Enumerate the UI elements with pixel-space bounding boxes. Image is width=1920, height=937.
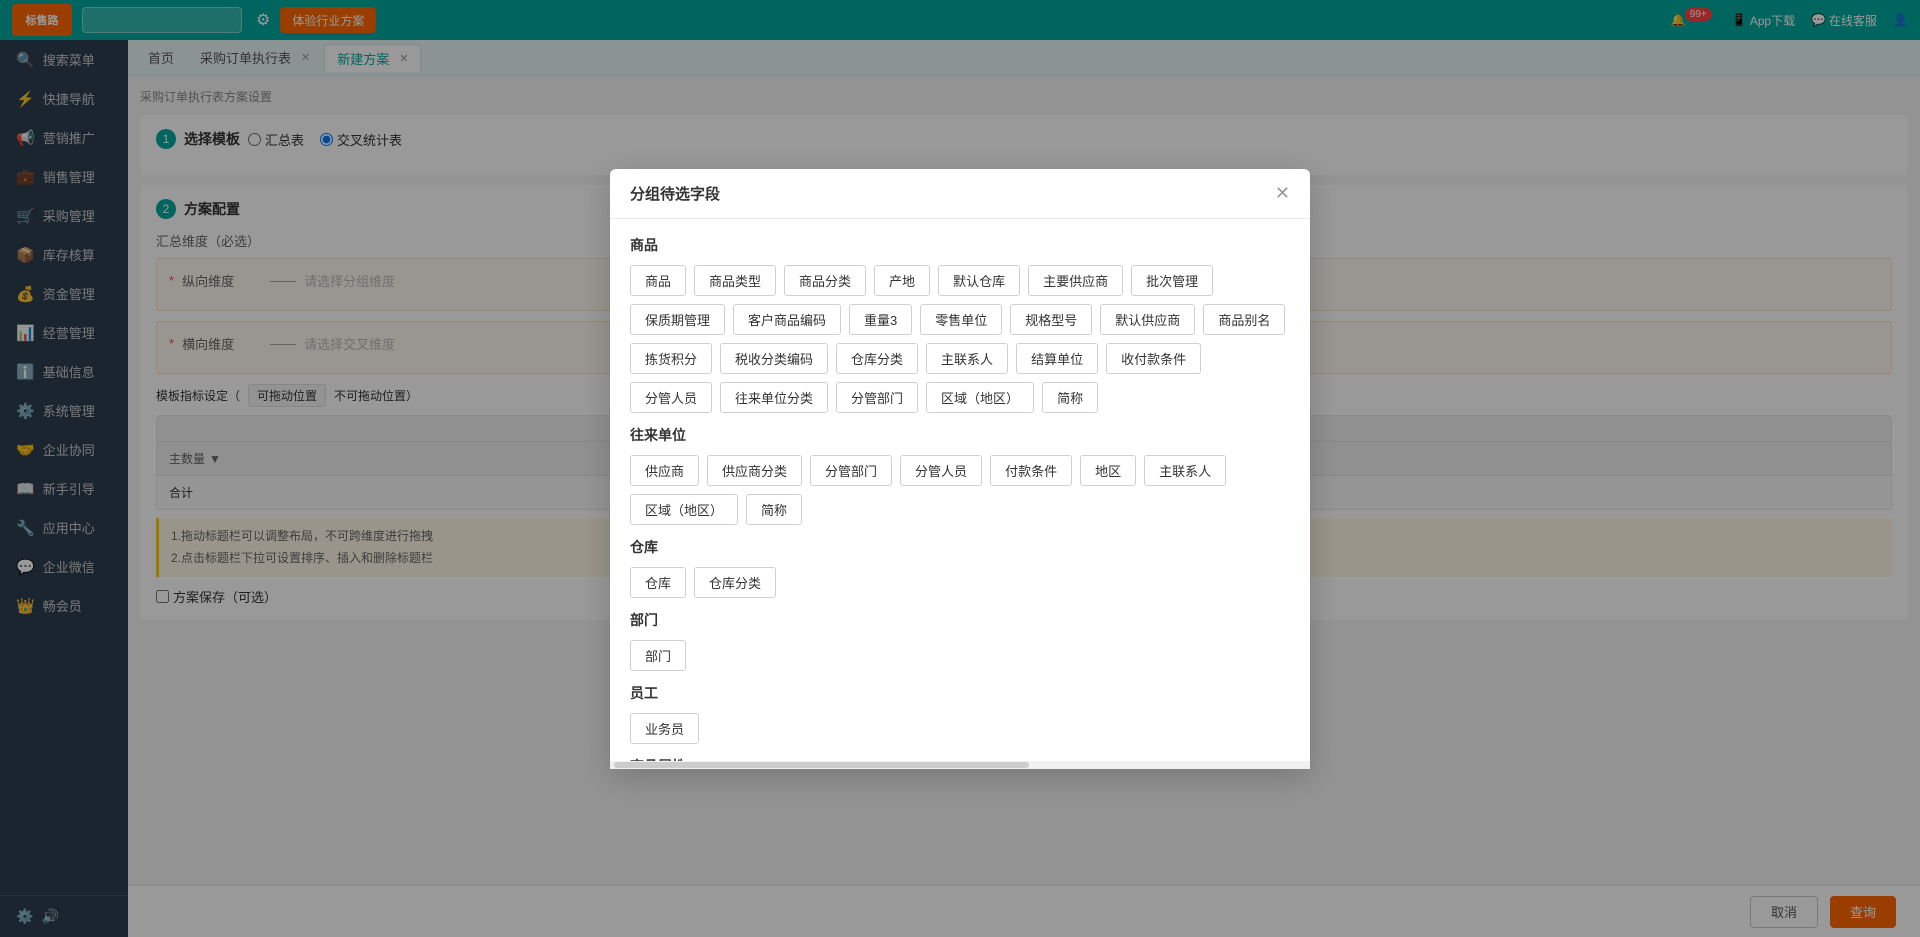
field-tag-0-7[interactable]: 保质期管理: [630, 304, 725, 335]
field-tag-1-5[interactable]: 地区: [1080, 455, 1136, 486]
field-tag-0-22[interactable]: 分管部门: [836, 382, 918, 413]
section-title-1: 往来单位: [630, 425, 1290, 445]
field-tag-0-12[interactable]: 默认供应商: [1100, 304, 1195, 335]
field-tag-0-6[interactable]: 批次管理: [1131, 265, 1213, 296]
field-tag-0-15[interactable]: 税收分类编码: [720, 343, 828, 374]
field-tag-0-17[interactable]: 主联系人: [926, 343, 1008, 374]
field-tag-3-0[interactable]: 部门: [630, 640, 686, 671]
modal-overlay[interactable]: 分组待选字段 ✕ 商品商品商品类型商品分类产地默认仓库主要供应商批次管理保质期管…: [0, 0, 1920, 937]
field-tag-0-1[interactable]: 商品类型: [694, 265, 776, 296]
modal-close-icon[interactable]: ✕: [1275, 183, 1290, 204]
field-tag-1-2[interactable]: 分管部门: [810, 455, 892, 486]
field-tag-2-1[interactable]: 仓库分类: [694, 567, 776, 598]
section-fields-3: 部门: [630, 640, 1290, 671]
field-tag-1-7[interactable]: 区域（地区）: [630, 494, 738, 525]
modal-dialog: 分组待选字段 ✕ 商品商品商品类型商品分类产地默认仓库主要供应商批次管理保质期管…: [610, 169, 1310, 769]
field-tag-0-2[interactable]: 商品分类: [784, 265, 866, 296]
field-tag-0-14[interactable]: 拣货积分: [630, 343, 712, 374]
section-fields-0: 商品商品类型商品分类产地默认仓库主要供应商批次管理保质期管理客户商品编码重量3 零…: [630, 265, 1290, 413]
field-tag-1-4[interactable]: 付款条件: [990, 455, 1072, 486]
section-title-2: 仓库: [630, 537, 1290, 557]
field-tag-0-11[interactable]: 规格型号: [1010, 304, 1092, 335]
field-tag-0-3[interactable]: 产地: [874, 265, 930, 296]
field-tag-1-1[interactable]: 供应商分类: [707, 455, 802, 486]
field-tag-0-20[interactable]: 分管人员: [630, 382, 712, 413]
field-tag-0-9[interactable]: 重量3: [849, 304, 912, 335]
field-tag-0-5[interactable]: 主要供应商: [1028, 265, 1123, 296]
field-tag-2-0[interactable]: 仓库: [630, 567, 686, 598]
section-title-4: 员工: [630, 683, 1290, 703]
section-fields-1: 供应商供应商分类分管部门分管人员付款条件地区主联系人区域（地区） 简称: [630, 455, 1290, 525]
field-tag-0-16[interactable]: 仓库分类: [836, 343, 918, 374]
section-fields-2: 仓库仓库分类: [630, 567, 1290, 598]
field-tag-0-18[interactable]: 结算单位: [1016, 343, 1098, 374]
field-tag-0-8[interactable]: 客户商品编码: [733, 304, 841, 335]
field-tag-0-4[interactable]: 默认仓库: [938, 265, 1020, 296]
field-tag-0-21[interactable]: 往来单位分类: [720, 382, 828, 413]
field-tag-0-13[interactable]: 商品别名: [1203, 304, 1285, 335]
field-tag-4-0[interactable]: 业务员: [630, 713, 699, 744]
field-tag-0-24[interactable]: 简称: [1042, 382, 1098, 413]
modal-title: 分组待选字段: [630, 183, 720, 204]
modal-header: 分组待选字段 ✕: [610, 169, 1310, 219]
modal-hscroll: [610, 761, 1310, 769]
field-tag-1-8[interactable]: 简称: [746, 494, 802, 525]
field-tag-1-0[interactable]: 供应商: [630, 455, 699, 486]
section-title-3: 部门: [630, 610, 1290, 630]
modal-body[interactable]: 商品商品商品类型商品分类产地默认仓库主要供应商批次管理保质期管理客户商品编码重量…: [610, 219, 1310, 761]
field-tag-0-0[interactable]: 商品: [630, 265, 686, 296]
field-tag-0-23[interactable]: 区域（地区）: [926, 382, 1034, 413]
section-fields-4: 业务员: [630, 713, 1290, 744]
section-title-0: 商品: [630, 235, 1290, 255]
field-tag-0-10[interactable]: 零售单位: [920, 304, 1002, 335]
field-tag-0-19[interactable]: 收付款条件: [1106, 343, 1201, 374]
field-tag-1-3[interactable]: 分管人员: [900, 455, 982, 486]
field-tag-1-6[interactable]: 主联系人: [1144, 455, 1226, 486]
hscroll-bar: [614, 762, 1029, 768]
